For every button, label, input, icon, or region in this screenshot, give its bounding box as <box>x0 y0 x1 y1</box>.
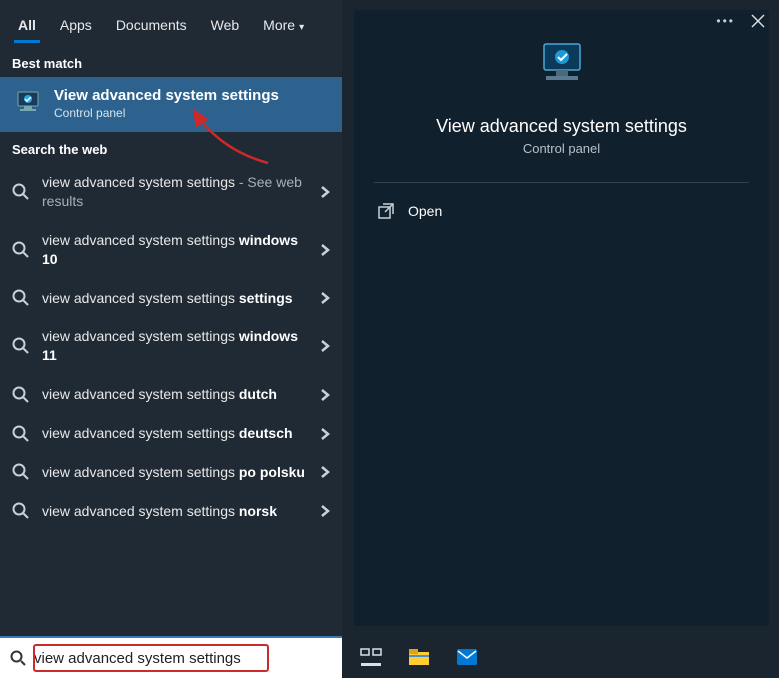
web-result[interactable]: view advanced system settings - See web … <box>0 163 342 221</box>
control-panel-icon <box>12 88 44 120</box>
preview-pane: View advanced system settings Control pa… <box>354 10 769 626</box>
web-result-text: view advanced system settings windows 11 <box>42 327 306 365</box>
tab-web[interactable]: Web <box>199 3 252 43</box>
tab-documents[interactable]: Documents <box>104 3 199 43</box>
search-icon <box>12 502 30 520</box>
taskbar <box>342 636 779 678</box>
search-bar[interactable] <box>0 636 342 678</box>
search-web-heading: Search the web <box>0 132 342 163</box>
chevron-right-icon <box>318 185 332 199</box>
search-icon <box>10 650 26 666</box>
search-icon <box>12 183 30 201</box>
preview-subtitle: Control panel <box>523 141 600 156</box>
search-icon <box>12 425 30 443</box>
open-action[interactable]: Open <box>354 191 769 231</box>
web-result-text: view advanced system settings windows 10 <box>42 231 306 269</box>
tab-apps[interactable]: Apps <box>48 3 104 43</box>
tab-all[interactable]: All <box>6 3 48 43</box>
more-options-button[interactable]: ••• <box>716 14 735 28</box>
chevron-right-icon <box>318 243 332 257</box>
web-result[interactable]: view advanced system settings po polsku <box>0 453 342 492</box>
best-match-subtitle: Control panel <box>54 106 279 120</box>
search-input[interactable] <box>34 650 332 667</box>
chevron-right-icon <box>318 427 332 441</box>
best-match-title: View advanced system settings <box>54 87 279 104</box>
web-result[interactable]: view advanced system settings dutch <box>0 375 342 414</box>
divider <box>374 182 749 183</box>
taskbar-task-view-icon[interactable] <box>360 646 382 668</box>
web-result[interactable]: view advanced system settings deutsch <box>0 414 342 453</box>
web-result-text: view advanced system settings dutch <box>42 385 306 404</box>
best-match-heading: Best match <box>0 46 342 77</box>
search-icon <box>12 337 30 355</box>
web-result[interactable]: view advanced system settings settings <box>0 279 342 318</box>
web-result[interactable]: view advanced system settings norsk <box>0 492 342 531</box>
chevron-right-icon <box>318 504 332 518</box>
web-result[interactable]: view advanced system settings windows 10 <box>0 221 342 279</box>
preview-icon <box>532 38 592 98</box>
close-button[interactable] <box>751 14 765 28</box>
open-icon <box>378 203 394 219</box>
chevron-right-icon <box>318 388 332 402</box>
chevron-right-icon <box>318 339 332 353</box>
search-icon <box>12 289 30 307</box>
open-label: Open <box>408 203 442 219</box>
chevron-right-icon <box>318 291 332 305</box>
tab-more[interactable]: More▾ <box>251 3 316 43</box>
best-match-result[interactable]: View advanced system settings Control pa… <box>0 77 342 132</box>
web-result-text: view advanced system settings deutsch <box>42 424 306 443</box>
search-scope-tabs: All Apps Documents Web More▾ <box>0 0 342 46</box>
web-result-text: view advanced system settings po polsku <box>42 463 306 482</box>
web-result-text: view advanced system settings norsk <box>42 502 306 521</box>
chevron-down-icon: ▾ <box>299 22 304 33</box>
chevron-right-icon <box>318 465 332 479</box>
taskbar-mail-icon[interactable] <box>456 646 478 668</box>
search-icon <box>12 386 30 404</box>
web-result[interactable]: view advanced system settings windows 11 <box>0 317 342 375</box>
preview-title: View advanced system settings <box>436 116 687 137</box>
web-result-text: view advanced system settings - See web … <box>42 173 306 211</box>
web-result-text: view advanced system settings settings <box>42 289 306 308</box>
search-icon <box>12 241 30 259</box>
taskbar-file-explorer-icon[interactable] <box>408 646 430 668</box>
web-results-list: view advanced system settings - See web … <box>0 163 342 636</box>
search-icon <box>12 463 30 481</box>
